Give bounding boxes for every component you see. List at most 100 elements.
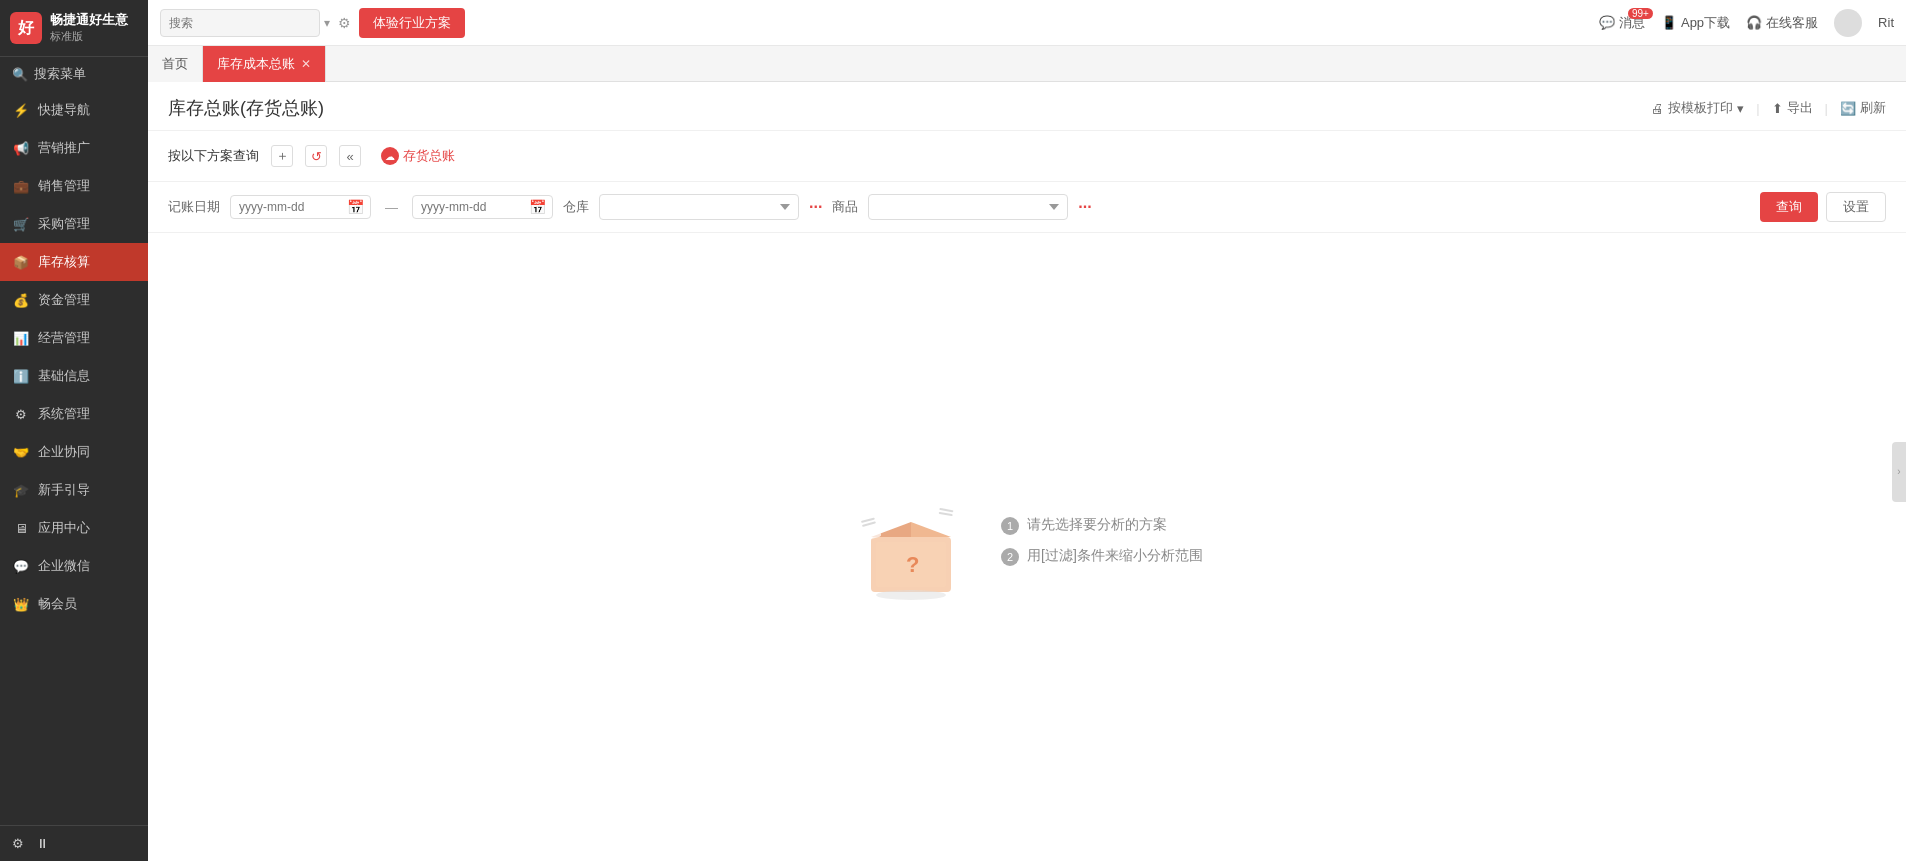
warehouse-select[interactable] xyxy=(599,194,799,220)
messages-btn[interactable]: 💬 消息 99+ xyxy=(1599,14,1645,32)
sidebar: 好 畅捷通好生意 标准版 🔍 搜索菜单 ⚡ 快捷导航 📢 营销推广 💼 销售管理… xyxy=(0,0,148,861)
system-label: 系统管理 xyxy=(38,405,90,423)
export-icon: ⬆ xyxy=(1772,101,1783,116)
refresh-icon: 🔄 xyxy=(1840,101,1856,116)
sidebar-footer: ⚙ ⏸ xyxy=(0,825,148,861)
filter-reset-button[interactable]: ↺ xyxy=(305,145,327,167)
sidebar-item-inventory[interactable]: 📦 库存核算 xyxy=(0,243,148,281)
basics-label: 基础信息 xyxy=(38,367,90,385)
inventory-icon: 📦 xyxy=(12,253,30,271)
tab-inventory-ledger[interactable]: 库存成本总账 ✕ xyxy=(203,46,326,82)
print-chevron-icon: ▾ xyxy=(1737,101,1744,116)
page-content: 库存总账(存货总账) 🖨 按模板打印 ▾ | ⬆ 导出 | 🔄 刷新 xyxy=(148,82,1906,861)
step1-number: 1 xyxy=(1001,517,1019,535)
system-icon: ⚙ xyxy=(12,405,30,423)
filter-add-button[interactable]: ＋ xyxy=(271,145,293,167)
search-label: 搜索菜单 xyxy=(34,65,86,83)
marketing-icon: 📢 xyxy=(12,139,30,157)
app-logo-text: 畅捷通好生意 标准版 xyxy=(50,12,128,43)
message-badge: 99+ xyxy=(1628,8,1653,19)
tab-close-icon[interactable]: ✕ xyxy=(301,57,311,71)
sidebar-item-collab[interactable]: 🤝 企业协同 xyxy=(0,433,148,471)
quick-nav-icon: ⚡ xyxy=(12,101,30,119)
side-toggle-icon: › xyxy=(1897,466,1900,477)
side-panel-toggle[interactable]: › xyxy=(1892,442,1906,502)
member-label: 畅会员 xyxy=(38,595,77,613)
topbar: ▾ ⚙ 体验行业方案 💬 消息 99+ 📱 App下载 🎧 在线客服 Rit xyxy=(148,0,1906,46)
sidebar-settings-btn[interactable]: ⚙ xyxy=(12,836,24,851)
refresh-btn[interactable]: 🔄 刷新 xyxy=(1840,99,1886,117)
action-separator-1: | xyxy=(1756,101,1759,116)
scheme-item[interactable]: ☁ 存货总账 xyxy=(373,143,463,169)
date-end-calendar-icon[interactable]: 📅 xyxy=(523,199,552,215)
action-separator-2: | xyxy=(1825,101,1828,116)
appcenter-icon: 🖥 xyxy=(12,519,30,537)
tab-home[interactable]: 首页 xyxy=(148,46,203,82)
operations-label: 经营管理 xyxy=(38,329,90,347)
sidebar-item-sales[interactable]: 💼 销售管理 xyxy=(0,167,148,205)
sidebar-item-appcenter[interactable]: 🖥 应用中心 xyxy=(0,509,148,547)
topbar-search-input[interactable] xyxy=(160,9,320,37)
filter-collapse-button[interactable]: « xyxy=(339,145,361,167)
appcenter-label: 应用中心 xyxy=(38,519,90,537)
sidebar-item-operations[interactable]: 📊 经营管理 xyxy=(0,319,148,357)
date-start-calendar-icon[interactable]: 📅 xyxy=(341,199,370,215)
empty-state: ? 1 请先选择要分析的方案 2 xyxy=(148,233,1906,861)
sidebar-toggle-btn[interactable]: ⏸ xyxy=(36,836,49,851)
search-button[interactable]: 查询 xyxy=(1760,192,1818,222)
date-end-input[interactable] xyxy=(413,196,523,218)
user-avatar[interactable] xyxy=(1834,9,1862,37)
date-start-input[interactable] xyxy=(231,196,341,218)
filter-label: 按以下方案查询 xyxy=(168,147,259,165)
tabs-bar: 首页 库存成本总账 ✕ xyxy=(148,46,1906,82)
export-btn[interactable]: ⬆ 导出 xyxy=(1772,99,1813,117)
brand-name: 畅捷通好生意 xyxy=(50,12,128,29)
sidebar-items-list: ⚡ 快捷导航 📢 营销推广 💼 销售管理 🛒 采购管理 📦 库存核算 💰 资金管… xyxy=(0,91,148,825)
sidebar-search[interactable]: 🔍 搜索菜单 xyxy=(0,57,148,91)
filter-action-btns: 查询 设置 xyxy=(1760,192,1886,222)
industry-solution-button[interactable]: 体验行业方案 xyxy=(359,8,465,38)
service-icon: 🎧 xyxy=(1746,15,1762,30)
purchase-icon: 🛒 xyxy=(12,215,30,233)
sidebar-item-guide[interactable]: 🎓 新手引导 xyxy=(0,471,148,509)
print-icon: 🖨 xyxy=(1651,101,1664,116)
sidebar-item-wechat[interactable]: 💬 企业微信 xyxy=(0,547,148,585)
empty-text: 1 请先选择要分析的方案 2 用[过滤]条件来缩小分析范围 xyxy=(1001,516,1203,578)
filter-row: 记账日期 📅 — 📅 仓库 ··· 商品 ··· 查询 设置 xyxy=(148,182,1906,233)
empty-step-2: 2 用[过滤]条件来缩小分析范围 xyxy=(1001,547,1203,566)
header-actions: 🖨 按模板打印 ▾ | ⬆ 导出 | 🔄 刷新 xyxy=(1651,99,1886,117)
wechat-label: 企业微信 xyxy=(38,557,90,575)
topbar-gear-icon[interactable]: ⚙ xyxy=(338,15,351,31)
quick-nav-label: 快捷导航 xyxy=(38,101,90,119)
sales-icon: 💼 xyxy=(12,177,30,195)
empty-step-1: 1 请先选择要分析的方案 xyxy=(1001,516,1203,535)
sidebar-item-marketing[interactable]: 📢 营销推广 xyxy=(0,129,148,167)
settings-button[interactable]: 设置 xyxy=(1826,192,1886,222)
sales-label: 销售管理 xyxy=(38,177,90,195)
topbar-right: 💬 消息 99+ 📱 App下载 🎧 在线客服 Rit xyxy=(1599,9,1894,37)
sidebar-item-finance[interactable]: 💰 资金管理 xyxy=(0,281,148,319)
goods-select[interactable] xyxy=(868,194,1068,220)
export-label: 导出 xyxy=(1787,99,1813,117)
goods-more-btn[interactable]: ··· xyxy=(1078,198,1091,216)
sidebar-item-member[interactable]: 👑 畅会员 xyxy=(0,585,148,623)
svg-text:?: ? xyxy=(906,552,919,577)
sidebar-item-basics[interactable]: ℹ️ 基础信息 xyxy=(0,357,148,395)
topbar-chevron-icon[interactable]: ▾ xyxy=(324,16,330,30)
tab-inventory-ledger-label: 库存成本总账 xyxy=(217,55,295,73)
step1-text: 请先选择要分析的方案 xyxy=(1027,516,1167,534)
goods-filter-label: 商品 xyxy=(832,198,858,216)
sidebar-item-system[interactable]: ⚙ 系统管理 xyxy=(0,395,148,433)
warehouse-more-btn[interactable]: ··· xyxy=(809,198,822,216)
online-service-btn[interactable]: 🎧 在线客服 xyxy=(1746,14,1818,32)
date-separator: — xyxy=(381,200,402,215)
sidebar-item-quick-nav[interactable]: ⚡ 快捷导航 xyxy=(0,91,148,129)
inventory-label: 库存核算 xyxy=(38,253,90,271)
sidebar-item-purchase[interactable]: 🛒 采购管理 xyxy=(0,205,148,243)
collab-label: 企业协同 xyxy=(38,443,90,461)
print-template-label: 按模板打印 xyxy=(1668,99,1733,117)
print-template-btn[interactable]: 🖨 按模板打印 ▾ xyxy=(1651,99,1744,117)
svg-point-3 xyxy=(876,590,946,600)
filter-bar: 按以下方案查询 ＋ ↺ « ☁ 存货总账 xyxy=(148,131,1906,182)
app-download-btn[interactable]: 📱 App下载 xyxy=(1661,14,1730,32)
